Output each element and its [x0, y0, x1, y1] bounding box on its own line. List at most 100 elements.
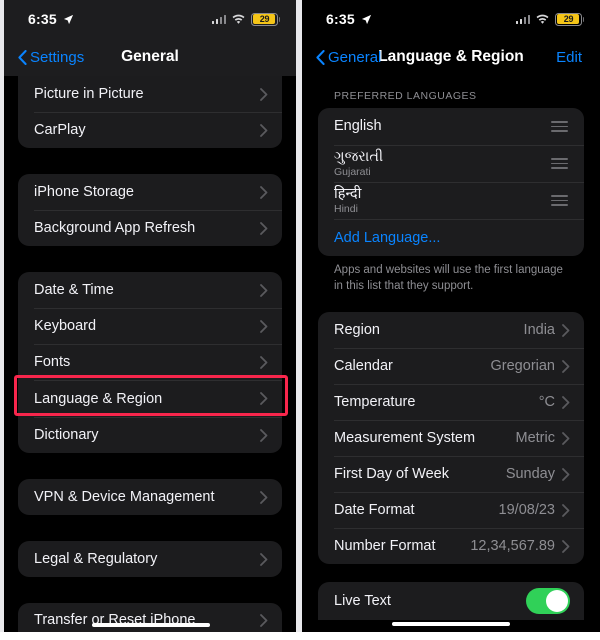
row-background-app-refresh[interactable]: Background App Refresh	[18, 210, 282, 246]
status-time: 6:35	[28, 11, 57, 27]
back-button-general[interactable]: General	[316, 49, 381, 66]
row-label: Region	[334, 322, 380, 339]
right-settings-list[interactable]: PREFERRED LANGUAGES English ગુજરાતી Guja…	[302, 76, 600, 621]
back-button-settings[interactable]: Settings	[18, 49, 84, 66]
right-nav-bar: General Language & Region Edit	[302, 38, 600, 76]
row-label: Picture in Picture	[34, 86, 144, 102]
back-button-label: Settings	[30, 48, 85, 66]
status-bar-right: 29	[211, 12, 281, 26]
row-date-and-time[interactable]: Date & Time	[18, 272, 282, 308]
row-calendar[interactable]: Calendar Gregorian	[318, 348, 584, 384]
row-iphone-storage[interactable]: iPhone Storage	[18, 174, 282, 210]
chevron-right-icon	[562, 503, 570, 517]
chevron-right-icon	[260, 221, 268, 235]
left-home-indicator	[92, 622, 210, 627]
right-status-bar: 6:35 29	[302, 0, 600, 38]
row-first-day-of-week[interactable]: First Day of Week Sunday	[318, 456, 584, 492]
row-value: Sunday	[505, 466, 555, 483]
row-picture-in-picture[interactable]: Picture in Picture	[18, 76, 282, 112]
row-label: Fonts	[34, 354, 71, 370]
battery-percent-label: 29	[259, 14, 270, 24]
row-legal-and-regulatory[interactable]: Legal & Regulatory	[18, 541, 282, 577]
language-texts: English	[334, 118, 551, 135]
row-label: First Day of Week	[334, 466, 449, 483]
wifi-icon	[232, 14, 245, 24]
reorder-handle-icon[interactable]	[551, 195, 568, 206]
preferred-languages-header: PREFERRED LANGUAGES	[334, 90, 477, 102]
chevron-right-icon	[260, 490, 268, 504]
language-row-gujarati[interactable]: ગુજરાતી Gujarati	[318, 145, 584, 182]
chevron-right-icon	[260, 392, 268, 405]
row-fonts[interactable]: Fonts	[18, 344, 282, 380]
chevron-right-icon	[562, 539, 570, 553]
wifi-icon	[536, 14, 549, 24]
row-label: Keyboard	[34, 318, 97, 334]
row-label: Live Text	[334, 593, 391, 610]
settings-group-legal: Legal & Regulatory	[18, 541, 282, 577]
add-language-button[interactable]: Add Language...	[318, 219, 584, 256]
row-label: Language & Region	[34, 390, 163, 407]
status-bar-left: 6:35	[326, 11, 372, 27]
row-label: Date & Time	[34, 282, 114, 298]
chevron-right-icon	[260, 428, 268, 442]
location-arrow-icon	[361, 14, 371, 24]
right-phone-screen: 6:35 29 General Language & Region Edit P…	[302, 0, 600, 640]
chevron-right-icon	[260, 319, 268, 333]
row-value: Gregorian	[490, 358, 555, 375]
settings-group-localization: Date & Time Keyboard Fonts Language & Re…	[18, 272, 282, 453]
row-keyboard[interactable]: Keyboard	[18, 308, 282, 344]
live-text-group: Live Text	[318, 582, 584, 621]
row-dictionary[interactable]: Dictionary	[18, 417, 282, 453]
reorder-handle-icon[interactable]	[551, 121, 568, 132]
chevron-right-icon	[562, 395, 570, 409]
settings-group-storage: iPhone Storage Background App Refresh	[18, 174, 282, 246]
row-region[interactable]: Region India	[318, 312, 584, 348]
row-label: Number Format	[334, 538, 436, 555]
left-nav-bar: Settings General	[4, 38, 296, 76]
row-live-text[interactable]: Live Text	[318, 582, 584, 620]
row-label: Calendar	[334, 358, 393, 375]
row-carplay[interactable]: CarPlay	[18, 112, 282, 148]
row-number-format[interactable]: Number Format 12,34,567.89	[318, 528, 584, 564]
battery-percent-label: 29	[563, 14, 574, 24]
battery-icon: 29	[251, 12, 281, 26]
live-text-toggle[interactable]	[526, 588, 570, 615]
row-label: Legal & Regulatory	[34, 551, 158, 567]
language-native-name: English	[334, 118, 382, 135]
chevron-right-icon	[260, 283, 268, 297]
edit-button[interactable]: Edit	[556, 49, 582, 66]
language-row-english[interactable]: English	[318, 108, 584, 145]
row-vpn-device-management[interactable]: VPN & Device Management	[18, 479, 282, 515]
reorder-handle-icon[interactable]	[551, 158, 568, 169]
row-label: VPN & Device Management	[34, 489, 215, 505]
settings-group-media: Picture in Picture CarPlay	[18, 76, 282, 148]
back-button-label: General	[328, 48, 382, 66]
row-value: °C	[538, 394, 555, 411]
language-english-name: Gujarati	[334, 166, 371, 179]
row-label: Dictionary	[34, 427, 99, 443]
row-language-and-region[interactable]: Language & Region	[18, 380, 282, 417]
row-temperature[interactable]: Temperature °C	[318, 384, 584, 420]
row-label: Measurement System	[334, 430, 476, 447]
row-label: Date Format	[334, 502, 415, 519]
row-label: Background App Refresh	[34, 220, 196, 236]
left-settings-list[interactable]: Picture in Picture CarPlay iPhone Storag…	[4, 76, 296, 637]
status-time: 6:35	[326, 11, 355, 27]
row-value: 19/08/23	[498, 502, 555, 519]
language-row-hindi[interactable]: हिन्दी Hindi	[318, 182, 584, 219]
chevron-right-icon	[260, 613, 268, 627]
row-measurement-system[interactable]: Measurement System Metric	[318, 420, 584, 456]
chevron-left-icon	[18, 49, 27, 65]
language-native-name: हिन्दी	[334, 185, 362, 202]
settings-group-vpn: VPN & Device Management	[18, 479, 282, 515]
region-settings-group: Region India Calendar Gregorian Temperat…	[318, 312, 584, 565]
location-arrow-icon	[63, 14, 73, 24]
language-texts: हिन्दी Hindi	[334, 186, 551, 216]
row-date-format[interactable]: Date Format 19/08/23	[318, 492, 584, 528]
chevron-right-icon	[562, 467, 570, 481]
